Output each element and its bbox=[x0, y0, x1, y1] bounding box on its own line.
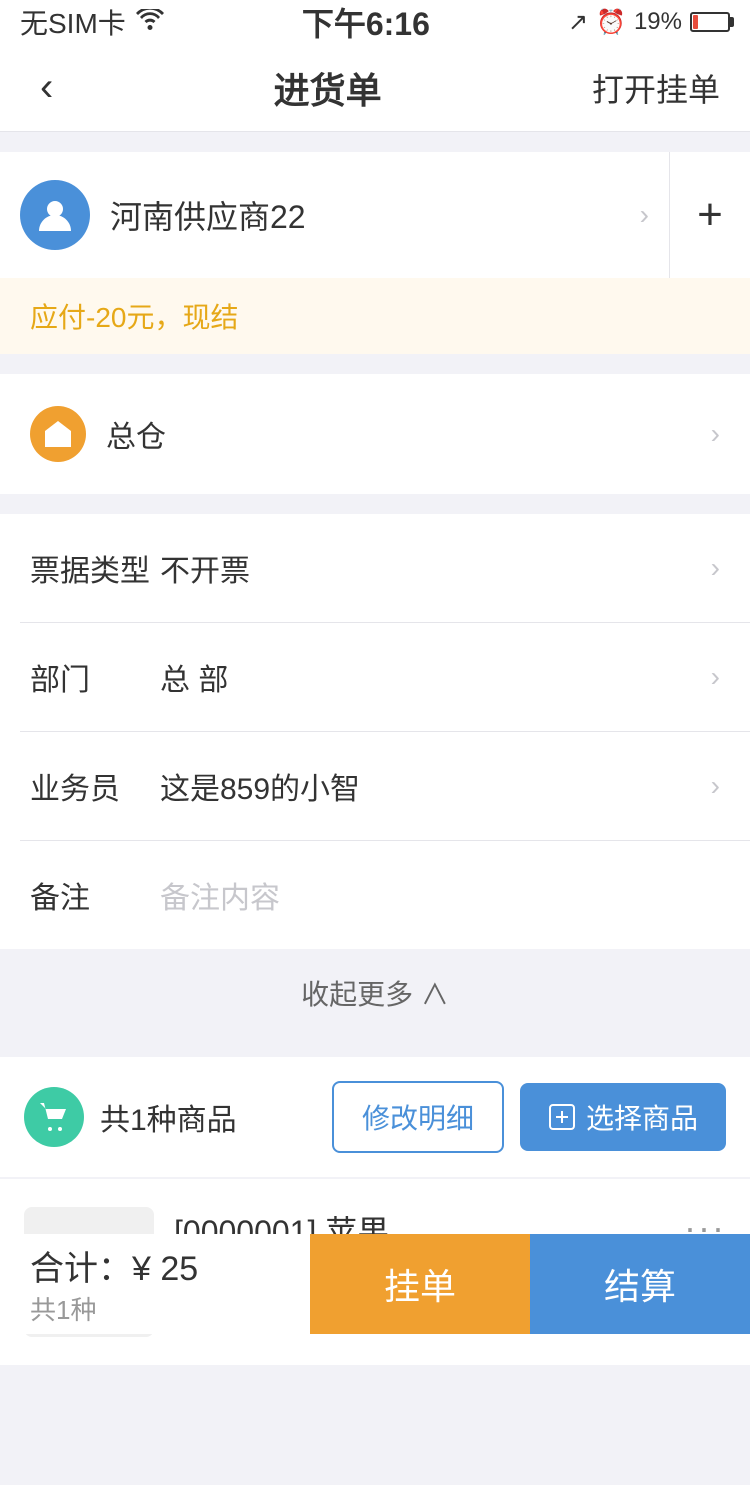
collapse-label: 收起更多 ∧ bbox=[301, 973, 449, 1013]
dept-chevron: › bbox=[711, 661, 720, 693]
select-product-icon bbox=[548, 1103, 576, 1131]
total-label: 合计： bbox=[30, 1250, 132, 1288]
invoice-label: 票据类型 bbox=[30, 546, 160, 590]
products-icon-wrap bbox=[24, 1087, 84, 1147]
collapse-row[interactable]: 收起更多 ∧ bbox=[0, 949, 750, 1037]
dept-value: 总 部 bbox=[160, 655, 701, 699]
invoice-value: 不开票 bbox=[160, 546, 701, 590]
gap-2 bbox=[0, 354, 750, 374]
supplier-row[interactable]: 河南供应商22 › bbox=[0, 152, 670, 278]
supplier-name: 河南供应商22 bbox=[110, 192, 630, 238]
products-count: 共1种商品 bbox=[100, 1095, 316, 1139]
bottom-spacer bbox=[0, 1365, 750, 1485]
warehouse-section: 总仓 › bbox=[0, 374, 750, 494]
note-row[interactable]: 备注 备注内容 bbox=[0, 841, 750, 949]
status-left: 无SIM卡 bbox=[20, 2, 164, 42]
back-button[interactable]: ‹ bbox=[30, 55, 63, 120]
total-amount: 合计：¥ 25 bbox=[30, 1241, 280, 1290]
open-pending-button[interactable]: 打开挂单 bbox=[592, 65, 720, 111]
hang-button[interactable]: 挂单 bbox=[310, 1234, 530, 1334]
total-section: 合计：¥ 25 共1种 bbox=[0, 1234, 310, 1334]
time-label: 下午6:16 bbox=[302, 0, 430, 45]
nav-bar: ‹ 进货单 打开挂单 bbox=[0, 44, 750, 132]
sales-label: 业务员 bbox=[30, 764, 160, 808]
form-section: 票据类型 不开票 › 部门 总 部 › 业务员 这是859的小智 › 备注 备注… bbox=[0, 514, 750, 949]
supplier-avatar bbox=[20, 180, 90, 250]
sales-chevron: › bbox=[711, 770, 720, 802]
edit-detail-button[interactable]: 修改明细 bbox=[332, 1081, 504, 1153]
select-product-label: 选择商品 bbox=[586, 1097, 698, 1137]
products-header: 共1种商品 修改明细 选择商品 bbox=[0, 1057, 750, 1177]
action-bar: 合计：¥ 25 共1种 挂单 结算 bbox=[0, 1234, 750, 1334]
location-icon: ↗ bbox=[568, 8, 588, 37]
warehouse-icon-wrap bbox=[30, 406, 86, 462]
sales-value: 这是859的小智 bbox=[160, 764, 701, 808]
cart-icon bbox=[38, 1101, 70, 1133]
supplier-chevron: › bbox=[640, 199, 649, 231]
network-label: 无SIM卡 bbox=[20, 2, 126, 42]
person-icon bbox=[35, 195, 75, 235]
wifi-icon bbox=[136, 6, 164, 38]
dept-label: 部门 bbox=[30, 655, 160, 699]
checkout-button[interactable]: 结算 bbox=[530, 1234, 750, 1334]
gap-1 bbox=[0, 132, 750, 152]
sales-row[interactable]: 业务员 这是859的小智 › bbox=[0, 732, 750, 840]
warehouse-chevron: › bbox=[711, 418, 720, 450]
select-product-button[interactable]: 选择商品 bbox=[520, 1083, 726, 1151]
add-supplier-button[interactable]: + bbox=[670, 170, 750, 260]
warehouse-row[interactable]: 总仓 › bbox=[0, 374, 750, 494]
total-value: ¥ 25 bbox=[132, 1250, 198, 1288]
battery-percent: 19% bbox=[634, 8, 682, 36]
warehouse-name: 总仓 bbox=[106, 412, 701, 456]
dept-row[interactable]: 部门 总 部 › bbox=[0, 623, 750, 731]
note-label: 备注 bbox=[30, 873, 160, 917]
page-title: 进货单 bbox=[274, 62, 382, 114]
supplier-section: 河南供应商22 › + bbox=[0, 152, 750, 278]
alarm-icon: ⏰ bbox=[596, 8, 626, 37]
warehouse-icon bbox=[43, 419, 73, 449]
status-bar: 无SIM卡 下午6:16 ↗ ⏰ 19% bbox=[0, 0, 750, 44]
status-right: ↗ ⏰ 19% bbox=[568, 8, 730, 37]
total-count: 共1种 bbox=[30, 1290, 280, 1327]
warning-banner: 应付-20元，现结 bbox=[0, 278, 750, 354]
invoice-chevron: › bbox=[711, 552, 720, 584]
gap-4 bbox=[0, 1037, 750, 1057]
invoice-row[interactable]: 票据类型 不开票 › bbox=[0, 514, 750, 622]
note-placeholder: 备注内容 bbox=[160, 873, 720, 917]
gap-3 bbox=[0, 494, 750, 514]
battery-icon bbox=[690, 12, 730, 32]
